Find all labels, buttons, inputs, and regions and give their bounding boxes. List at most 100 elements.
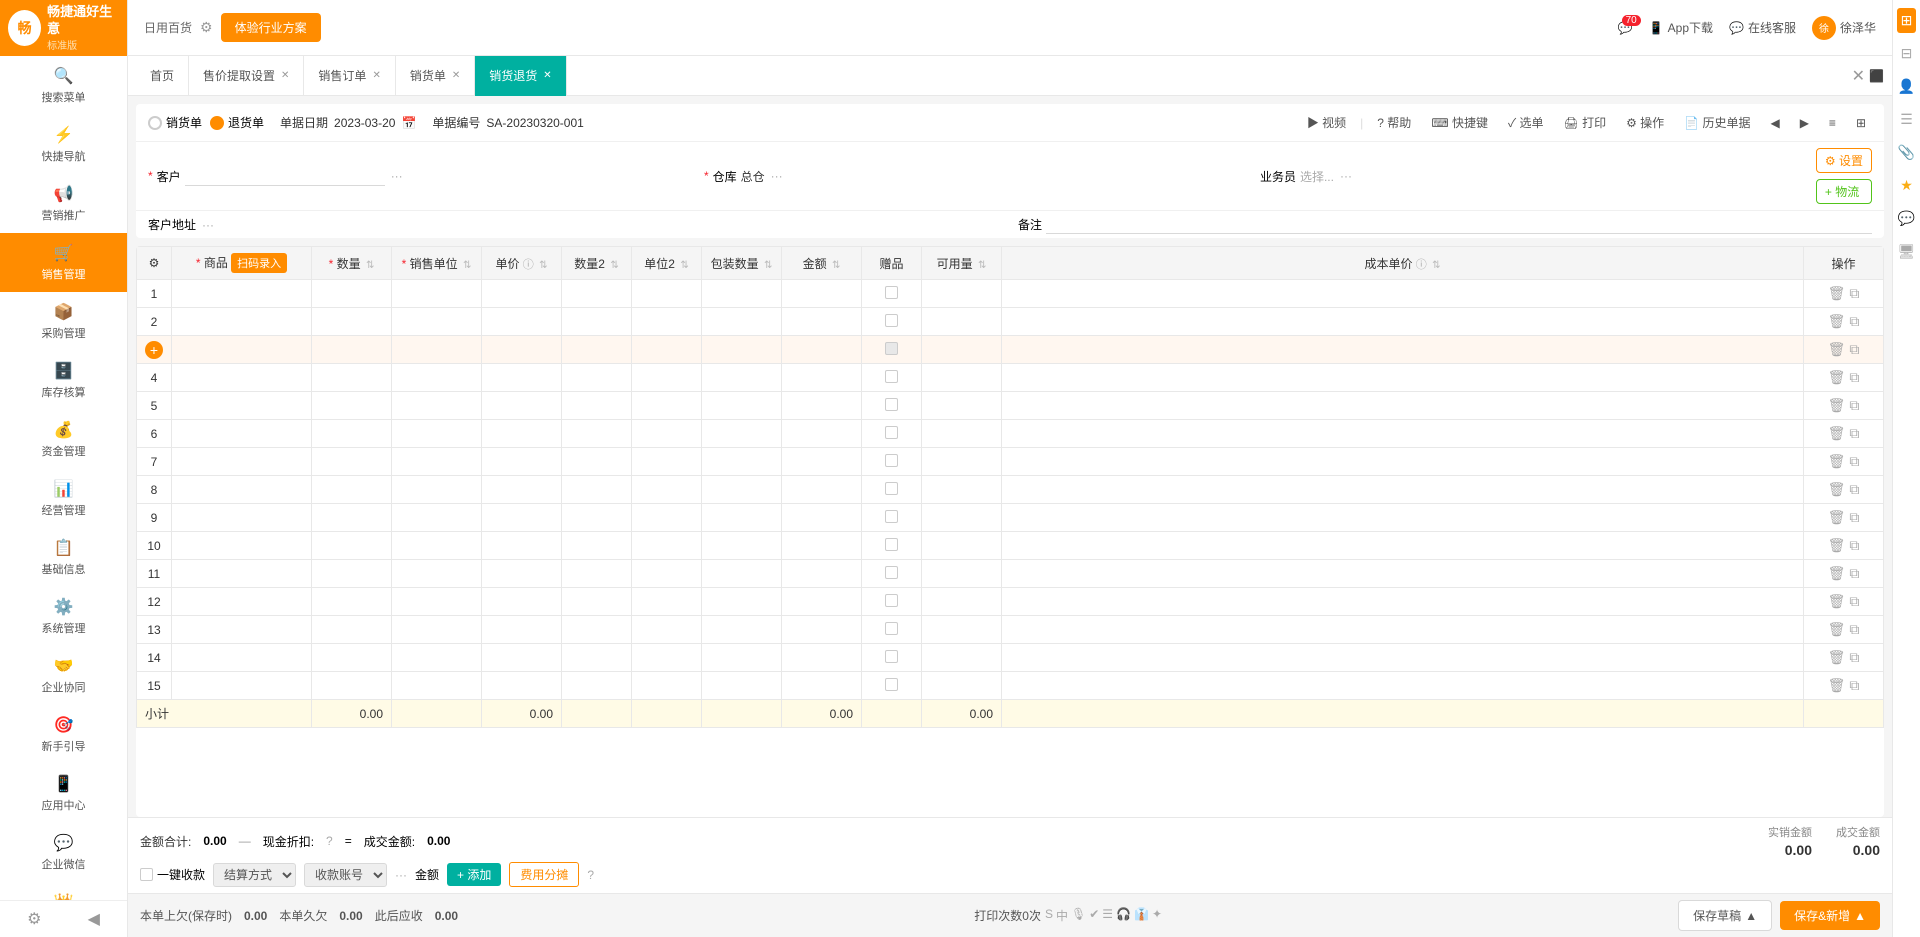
product-cell-2[interactable] xyxy=(172,308,312,336)
sidebar-item-member[interactable]: 👑 畅会员 xyxy=(0,882,127,900)
right-panel-user[interactable]: 👤 xyxy=(1894,74,1919,99)
print-icon-6[interactable]: 🎧 xyxy=(1116,907,1131,924)
customer-dots[interactable]: ··· xyxy=(391,169,403,183)
gift-checkbox-1[interactable] xyxy=(885,286,898,299)
sort-packqty-icon[interactable]: ⇅ xyxy=(764,260,772,271)
save-draft-button[interactable]: 保存草稿 ▲ xyxy=(1678,900,1772,931)
sort-unit2-icon[interactable]: ⇅ xyxy=(680,260,688,271)
copy-row-13[interactable]: ⧉ xyxy=(1849,621,1859,638)
sort-available-icon[interactable]: ⇅ xyxy=(978,260,986,271)
sidebar-item-newguide[interactable]: 🎯 新手引导 xyxy=(0,705,127,764)
qty2-cell-3[interactable] xyxy=(562,336,632,364)
tab-expand-icon[interactable]: ⬛ xyxy=(1869,69,1884,83)
nav-next[interactable]: ▶ xyxy=(1794,114,1815,132)
packqty-cell-3[interactable] xyxy=(702,336,782,364)
qty2-cell-2[interactable] xyxy=(562,308,632,336)
calendar-icon[interactable]: 📅 xyxy=(401,116,416,130)
delete-row-14[interactable]: 🗑 xyxy=(1828,649,1846,666)
delete-row-15[interactable]: 🗑 xyxy=(1828,677,1846,694)
settings-btn[interactable]: ⚙ 设置 xyxy=(1816,148,1872,173)
costprice-cell-1[interactable] xyxy=(1002,280,1804,308)
action-shortcut[interactable]: ⌨ 快捷键 xyxy=(1425,112,1494,133)
print-icon-8[interactable]: ✦ xyxy=(1152,907,1162,924)
save-new-button[interactable]: 保存&新增 ▲ xyxy=(1780,901,1880,930)
view-grid[interactable]: ⊞ xyxy=(1850,114,1872,132)
product-input-3[interactable] xyxy=(180,343,303,357)
action-history[interactable]: 📄 历史单据 xyxy=(1678,112,1756,133)
remark-input[interactable] xyxy=(1046,215,1872,234)
copy-row-5[interactable]: ⧉ xyxy=(1849,397,1859,414)
salesperson-dots[interactable]: ··· xyxy=(1340,169,1352,183)
copy-row-6[interactable]: ⧉ xyxy=(1849,425,1859,442)
user-profile[interactable]: 徐 徐泽华 xyxy=(1812,16,1876,40)
sidebar-item-finance[interactable]: 💰 资金管理 xyxy=(0,410,127,469)
sidebar-item-quicknav[interactable]: ⚡ 快捷导航 xyxy=(0,115,127,174)
print-icon-s[interactable]: S xyxy=(1045,907,1053,924)
sort-quantity-icon[interactable]: ⇅ xyxy=(366,260,374,271)
action-print[interactable]: 🖨 打印 xyxy=(1558,112,1613,133)
sidebar-item-basic[interactable]: 📋 基础信息 xyxy=(0,528,127,587)
action-video[interactable]: ▶ 视频 xyxy=(1301,112,1352,133)
action-select[interactable]: ✓ 选单 xyxy=(1502,112,1550,133)
delete-row-7[interactable]: 🗑 xyxy=(1828,453,1846,470)
experience-button[interactable]: 体验行业方案 xyxy=(221,13,321,42)
th-settings[interactable]: ⚙ xyxy=(137,247,172,280)
costprice-cell-3[interactable] xyxy=(1002,336,1804,364)
view-list[interactable]: ≡ xyxy=(1823,114,1842,132)
tab-price-setting[interactable]: 售价提取设置 ✕ xyxy=(189,56,304,96)
warehouse-dots[interactable]: ··· xyxy=(771,169,783,183)
unit2-cell-2[interactable] xyxy=(632,308,702,336)
unitprice-cell-2[interactable] xyxy=(482,308,562,336)
amount-cell-2[interactable] xyxy=(782,308,862,336)
right-panel-layout2[interactable]: ⊟ xyxy=(1897,41,1917,66)
delete-row-11[interactable]: 🗑 xyxy=(1828,565,1846,582)
copy-row-1[interactable]: ⧉ xyxy=(1849,285,1859,302)
copy-row-11[interactable]: ⧉ xyxy=(1849,565,1859,582)
product-cell-3[interactable] xyxy=(172,336,312,364)
notification-badge[interactable]: 💬 70 xyxy=(1618,21,1633,35)
breadcrumb-settings-icon[interactable]: ⚙ xyxy=(200,19,213,36)
address-dots[interactable]: ··· xyxy=(202,218,214,232)
cost-price-info-icon[interactable]: ⓘ xyxy=(1416,259,1427,271)
copy-row-2[interactable]: ⧉ xyxy=(1849,313,1859,330)
costprice-cell-2[interactable] xyxy=(1002,308,1804,336)
date-value[interactable]: 2023-03-20 xyxy=(334,116,395,130)
delete-row-1[interactable]: 🗑 xyxy=(1828,285,1846,302)
copy-row-9[interactable]: ⧉ xyxy=(1849,509,1859,526)
radio-return[interactable]: 退货单 xyxy=(210,114,264,131)
tab-home[interactable]: 首页 xyxy=(136,56,189,96)
salesunit-cell-1[interactable] xyxy=(392,280,482,308)
unitprice-cell-3[interactable] xyxy=(482,336,562,364)
add-button[interactable]: + 添加 xyxy=(447,863,501,886)
sidebar-item-marketing[interactable]: 📢 营销推广 xyxy=(0,174,127,233)
print-icon-3[interactable]: 🎙 xyxy=(1071,907,1086,924)
tab-sales-return[interactable]: 销货退货 ✕ xyxy=(475,56,566,96)
bank-dots[interactable]: ··· xyxy=(395,868,407,882)
copy-row-7[interactable]: ⧉ xyxy=(1849,453,1859,470)
print-icon-4[interactable]: ✔ xyxy=(1089,907,1099,924)
delete-row-10[interactable]: 🗑 xyxy=(1828,537,1846,554)
print-icon-5[interactable]: ☰ xyxy=(1102,907,1113,924)
copy-row-8[interactable]: ⧉ xyxy=(1849,481,1859,498)
sidebar-item-operations[interactable]: 📊 经营管理 xyxy=(0,469,127,528)
copy-row-15[interactable]: ⧉ xyxy=(1849,677,1859,694)
action-help[interactable]: ? 帮助 xyxy=(1371,112,1417,133)
radio-sales[interactable]: 销货单 xyxy=(148,114,202,131)
nav-prev[interactable]: ◀ xyxy=(1764,114,1785,132)
gift-cell-1[interactable] xyxy=(862,280,922,308)
sort-unitprice-icon[interactable]: ⇅ xyxy=(539,260,547,271)
available-cell-2[interactable] xyxy=(922,308,1002,336)
settings-bottom-icon[interactable]: ⚙ xyxy=(27,909,41,929)
delete-row-9[interactable]: 🗑 xyxy=(1828,509,1846,526)
online-service[interactable]: 💬 在线客服 xyxy=(1729,19,1796,36)
settlement-select[interactable]: 结算方式 xyxy=(213,863,296,887)
copy-row-12[interactable]: ⧉ xyxy=(1849,593,1859,610)
delete-row-5[interactable]: 🗑 xyxy=(1828,397,1846,414)
quantity-cell-3[interactable] xyxy=(312,336,392,364)
product-cell-1[interactable] xyxy=(172,280,312,308)
sort-qty2-icon[interactable]: ⇅ xyxy=(610,260,618,271)
copy-row-4[interactable]: ⧉ xyxy=(1849,369,1859,386)
collapse-icon[interactable]: ◀ xyxy=(88,909,100,929)
add-row-button[interactable]: + xyxy=(145,341,163,359)
delete-row-4[interactable]: 🗑 xyxy=(1828,369,1846,386)
